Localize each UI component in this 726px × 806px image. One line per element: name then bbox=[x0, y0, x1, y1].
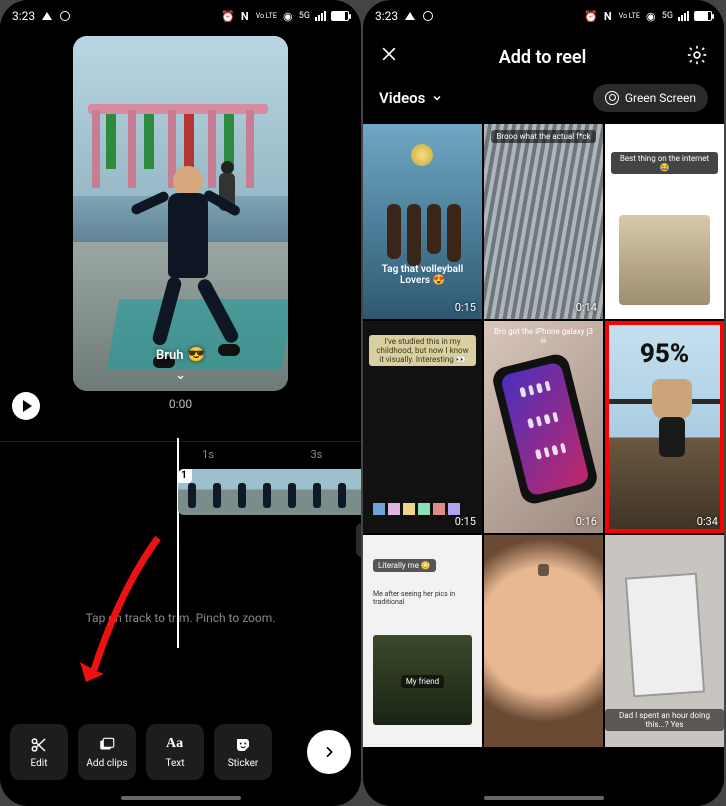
timeline-hint: Tap on track to trim. Pinch to zoom. bbox=[0, 611, 361, 625]
cell-pill: Literally me 😳 bbox=[373, 559, 436, 572]
media-cell[interactable] bbox=[484, 535, 603, 747]
sync-icon bbox=[59, 10, 71, 22]
wifi-icon: ◉ bbox=[282, 10, 294, 22]
edit-button[interactable]: Edit bbox=[10, 724, 68, 780]
editor-screen: 3:23 ⏰ N Vo LTE ◉ 5G bbox=[0, 0, 361, 806]
next-button[interactable] bbox=[307, 730, 351, 774]
green-screen-button[interactable]: Green Screen bbox=[593, 84, 708, 112]
scissors-icon bbox=[30, 736, 48, 754]
chevron-right-icon bbox=[321, 744, 337, 760]
signal-icon bbox=[678, 11, 689, 21]
status-bar: 3:23 ⏰ N Vo LTE ◉ 5G bbox=[0, 0, 361, 28]
sync-icon bbox=[422, 10, 434, 22]
picker-screen: 3:23 ⏰ N Vo LTE ◉ 5G Add to reel Videos bbox=[363, 0, 724, 806]
add-audio-row[interactable]: ♫ Add audio bbox=[356, 523, 361, 557]
close-button[interactable] bbox=[379, 44, 399, 70]
ruler-tick: 3s bbox=[310, 448, 322, 461]
cell-caption: Bro got the iPhone galaxy j3 ☠ bbox=[494, 327, 593, 345]
video-track[interactable]: 1 bbox=[178, 469, 361, 515]
duration-label: 0:34 bbox=[697, 515, 718, 528]
volte-label: Vo LTE bbox=[256, 13, 277, 20]
wifi-icon: ◉ bbox=[645, 10, 657, 22]
playhead-time: 0:00 bbox=[169, 397, 192, 411]
cell-big-text: 95% bbox=[605, 339, 724, 369]
close-icon bbox=[379, 44, 399, 64]
picker-title: Add to reel bbox=[399, 47, 686, 68]
alarm-icon: ⏰ bbox=[222, 10, 234, 22]
clip-index-badge: 1 bbox=[178, 469, 192, 483]
battery-icon bbox=[331, 11, 349, 21]
media-cell-selected[interactable]: 95% 0:34 bbox=[605, 321, 724, 533]
preview-caption: Bruh😎 bbox=[156, 347, 205, 363]
cell-caption: Dad I spent an hour doing this...? Yes bbox=[605, 709, 724, 731]
duration-label: 0:14 bbox=[576, 301, 597, 314]
video-preview[interactable]: Bruh😎 ⌄ bbox=[73, 36, 288, 391]
cell-caption: Brooo what the actual f*ck bbox=[491, 130, 595, 143]
cell-caption: Tag that volleyball Lovers 😍 bbox=[369, 264, 476, 286]
cell-caption: Best thing on the internet 😂 bbox=[611, 152, 718, 174]
play-store-icon bbox=[41, 10, 53, 22]
sticker-icon bbox=[234, 736, 252, 754]
clock: 3:23 bbox=[375, 9, 398, 23]
media-cell[interactable]: Tag that volleyball Lovers 😍 0:15 bbox=[363, 124, 482, 319]
nfc-icon: N bbox=[239, 10, 251, 22]
ruler-tick: 1s bbox=[202, 448, 214, 461]
media-cell[interactable]: Literally me 😳 Me after seeing her pics … bbox=[363, 535, 482, 747]
volte-label: Vo LTE bbox=[619, 13, 640, 20]
text-button[interactable]: Aa Text bbox=[146, 724, 204, 780]
home-indicator[interactable] bbox=[121, 796, 241, 800]
duration-label: 0:15 bbox=[455, 515, 476, 528]
network-label: 5G bbox=[299, 11, 310, 21]
chevron-down-icon bbox=[431, 92, 443, 104]
clock: 3:23 bbox=[12, 9, 35, 23]
duration-label: 0:16 bbox=[576, 515, 597, 528]
cell-mid: My friend bbox=[401, 675, 444, 688]
text-icon: Aa bbox=[166, 736, 184, 754]
media-grid: Tag that volleyball Lovers 😍 0:15 Brooo … bbox=[363, 124, 724, 747]
media-cell[interactable]: Brooo what the actual f*ck 0:14 bbox=[484, 124, 603, 319]
media-cell[interactable]: I've studied this in my childhood, but n… bbox=[363, 321, 482, 533]
home-indicator[interactable] bbox=[484, 796, 604, 800]
media-cell[interactable]: Dad I spent an hour doing this...? Yes bbox=[605, 535, 724, 747]
person-icon bbox=[605, 91, 619, 105]
cell-sub: Me after seeing her pics in traditional bbox=[373, 590, 472, 606]
alarm-icon: ⏰ bbox=[585, 10, 597, 22]
status-bar: 3:23 ⏰ N Vo LTE ◉ 5G bbox=[363, 0, 724, 28]
nfc-icon: N bbox=[602, 10, 614, 22]
source-selector[interactable]: Videos bbox=[379, 89, 443, 107]
signal-icon bbox=[315, 11, 326, 21]
bottom-toolbar: Edit Add clips Aa Text Sticker bbox=[10, 724, 351, 780]
add-clips-button[interactable]: Add clips bbox=[78, 724, 136, 780]
network-label: 5G bbox=[662, 11, 673, 21]
sticker-button[interactable]: Sticker bbox=[214, 724, 272, 780]
media-cell[interactable]: Bro got the iPhone galaxy j3 ☠ 0:16 bbox=[484, 321, 603, 533]
add-clips-icon bbox=[98, 736, 116, 754]
settings-button[interactable] bbox=[686, 44, 708, 70]
duration-label: 0:15 bbox=[455, 301, 476, 314]
play-store-icon bbox=[404, 10, 416, 22]
timeline-ruler[interactable]: 1s 3s bbox=[0, 441, 361, 469]
battery-icon bbox=[694, 11, 712, 21]
play-button[interactable] bbox=[12, 392, 40, 420]
gear-icon bbox=[686, 44, 708, 66]
chevron-down-icon[interactable]: ⌄ bbox=[175, 367, 187, 383]
cell-caption bbox=[538, 564, 550, 576]
cell-caption: I've studied this in my childhood, but n… bbox=[369, 335, 476, 366]
media-cell[interactable]: Best thing on the internet 😂 bbox=[605, 124, 724, 319]
